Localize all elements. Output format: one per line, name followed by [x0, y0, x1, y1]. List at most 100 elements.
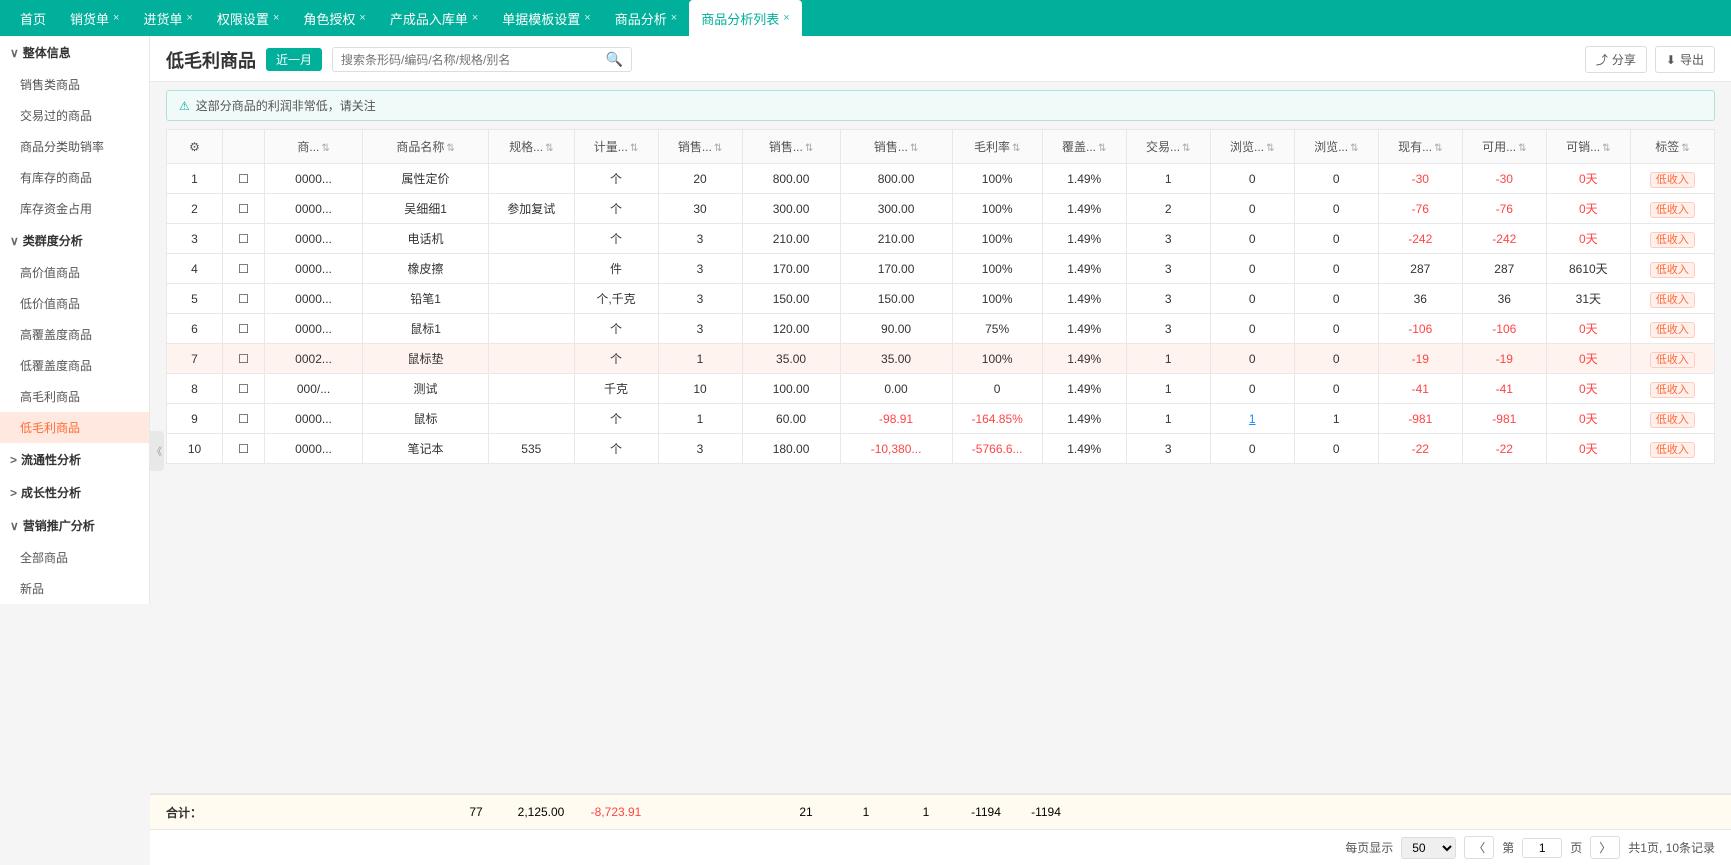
footer-price: 2,125.00 [506, 805, 576, 819]
sidebar-group-营销推广分析[interactable]: ∨ 营销推广分析 [0, 509, 149, 542]
col-header[interactable]: 销售...⇅ [658, 130, 742, 164]
sidebar-group-整体信息[interactable]: ∨ 整体信息 [0, 36, 149, 69]
nav-close-icon[interactable]: × [273, 12, 279, 24]
row-browse1: 0 [1210, 374, 1294, 404]
col-header[interactable]: 商品名称⇅ [363, 130, 489, 164]
nav-close-icon[interactable]: × [186, 12, 192, 24]
sidebar-item-交易过的商品[interactable]: 交易过的商品 [0, 100, 149, 131]
col-header[interactable]: 交易...⇅ [1126, 130, 1210, 164]
sidebar-item-商品分类助销率[interactable]: 商品分类助销率 [0, 131, 149, 162]
col-header[interactable]: 规格...⇅ [489, 130, 574, 164]
row-checkbox[interactable]: ☐ [223, 284, 265, 314]
row-browse2: 0 [1294, 164, 1378, 194]
row-checkbox[interactable]: ☐ [223, 374, 265, 404]
row-number: 2 [167, 194, 223, 224]
col-header[interactable]: 标签⇅ [1630, 130, 1714, 164]
nav-item-权限设置[interactable]: 权限设置 × [205, 0, 291, 36]
row-available: -41 [1462, 374, 1546, 404]
page-size-select[interactable]: 50 100 [1401, 837, 1456, 859]
nav-item-商品分析[interactable]: 商品分析 × [603, 0, 689, 36]
col-header[interactable]: 毛利率⇅ [952, 130, 1042, 164]
sidebar-item-高毛利商品[interactable]: 高毛利商品 [0, 381, 149, 412]
nav-item-销货单[interactable]: 销货单 × [58, 0, 131, 36]
next-page-button[interactable]: 〉 [1590, 836, 1620, 859]
col-header[interactable]: 可用...⇅ [1462, 130, 1546, 164]
sidebar-item-低覆盖度商品[interactable]: 低覆盖度商品 [0, 350, 149, 381]
row-checkbox[interactable]: ☐ [223, 404, 265, 434]
col-header[interactable]: 销售...⇅ [840, 130, 952, 164]
row-gross-pct: -5766.6... [952, 434, 1042, 464]
sidebar-item-高价值商品[interactable]: 高价值商品 [0, 257, 149, 288]
col-header[interactable]: 浏览...⇅ [1210, 130, 1294, 164]
sidebar-item-高覆盖度商品[interactable]: 高覆盖度商品 [0, 319, 149, 350]
nav-close-icon[interactable]: × [783, 12, 789, 24]
row-checkbox[interactable]: ☐ [223, 434, 265, 464]
row-checkbox[interactable]: ☐ [223, 314, 265, 344]
row-stock: -106 [1378, 314, 1462, 344]
row-available: -981 [1462, 404, 1546, 434]
row-number: 1 [167, 164, 223, 194]
row-name: 测试 [363, 374, 489, 404]
row-qty: 3 [658, 284, 742, 314]
row-tag: 低收入 [1630, 194, 1714, 224]
table-row: 3☐0000...电话机个3210.00210.00100%1.49%300-2… [167, 224, 1715, 254]
nav-close-icon[interactable]: × [359, 12, 365, 24]
search-input[interactable] [341, 53, 606, 67]
row-available: -30 [1462, 164, 1546, 194]
col-header[interactable]: 商...⇅ [265, 130, 363, 164]
nav-item-首页[interactable]: 首页 [8, 0, 58, 36]
prev-page-button[interactable]: 〈 [1464, 836, 1494, 859]
col-header[interactable]: 覆盖...⇅ [1042, 130, 1126, 164]
time-filter-button[interactable]: 近一月 [266, 48, 322, 71]
nav-close-icon[interactable]: × [671, 12, 677, 24]
col-header[interactable] [223, 130, 265, 164]
sidebar-item-库存资金占用[interactable]: 库存资金占用 [0, 193, 149, 224]
col-header[interactable]: 现有...⇅ [1378, 130, 1462, 164]
row-tag: 低收入 [1630, 374, 1714, 404]
col-header[interactable]: 计量...⇅ [574, 130, 658, 164]
nav-item-单据模板设置[interactable]: 单据模板设置 × [490, 0, 602, 36]
nav-close-icon[interactable]: × [472, 12, 478, 24]
export-button[interactable]: ⬇ 导出 [1655, 46, 1715, 73]
sidebar-item-低毛利商品[interactable]: 低毛利商品 [0, 412, 149, 443]
row-qty: 20 [658, 164, 742, 194]
row-checkbox[interactable]: ☐ [223, 344, 265, 374]
sidebar-group-流通性分析[interactable]: > 流通性分析 [0, 443, 149, 476]
sidebar-group-类群度分析[interactable]: ∨ 类群度分析 [0, 224, 149, 257]
row-code: 0000... [265, 404, 363, 434]
col-header[interactable]: 可销...⇅ [1546, 130, 1630, 164]
sidebar-item-有库存的商品[interactable]: 有库存的商品 [0, 162, 149, 193]
row-checkbox[interactable]: ☐ [223, 254, 265, 284]
row-sellable: 0天 [1546, 374, 1630, 404]
col-header[interactable]: 销售...⇅ [742, 130, 840, 164]
search-icon[interactable]: 🔍 [606, 51, 623, 68]
sidebar-collapse-btn[interactable]: 《 [150, 431, 164, 471]
row-checkbox[interactable]: ☐ [223, 164, 265, 194]
sidebar-item-销售类商品[interactable]: 销售类商品 [0, 69, 149, 100]
share-icon: ⤴ [1596, 51, 1608, 68]
row-checkbox[interactable]: ☐ [223, 224, 265, 254]
row-checkbox[interactable]: ☐ [223, 194, 265, 224]
export-icon: ⬇ [1666, 53, 1676, 67]
row-coverage: 1 [1126, 374, 1210, 404]
row-qty: 1 [658, 344, 742, 374]
nav-item-进货单[interactable]: 进货单 × [131, 0, 204, 36]
share-button[interactable]: ⤴ 分享 [1585, 46, 1647, 73]
nav-item-产成品入库单[interactable]: 产成品入库单 × [378, 0, 490, 36]
nav-close-icon[interactable]: × [113, 12, 119, 24]
col-header[interactable]: 浏览...⇅ [1294, 130, 1378, 164]
col-header[interactable]: ⚙ [167, 130, 223, 164]
sidebar-group-成长性分析[interactable]: > 成长性分析 [0, 476, 149, 509]
data-table: ⚙商...⇅商品名称⇅规格...⇅计量...⇅销售...⇅销售...⇅销售...… [166, 129, 1715, 464]
table-row: 7☐0002...鼠标垫个135.0035.00100%1.49%100-19-… [167, 344, 1715, 374]
nav-close-icon[interactable]: × [584, 12, 590, 24]
sidebar-item-新品[interactable]: 新品 [0, 573, 149, 604]
nav-item-角色授权[interactable]: 角色授权 × [291, 0, 377, 36]
row-qty: 3 [658, 314, 742, 344]
sidebar-item-低价值商品[interactable]: 低价值商品 [0, 288, 149, 319]
page-input[interactable] [1522, 838, 1562, 858]
nav-item-商品分析列表[interactable]: 商品分析列表 × [689, 0, 801, 36]
info-icon: ⚠ [179, 99, 190, 113]
row-unit: 个 [574, 404, 658, 434]
sidebar-item-全部商品[interactable]: 全部商品 [0, 542, 149, 573]
